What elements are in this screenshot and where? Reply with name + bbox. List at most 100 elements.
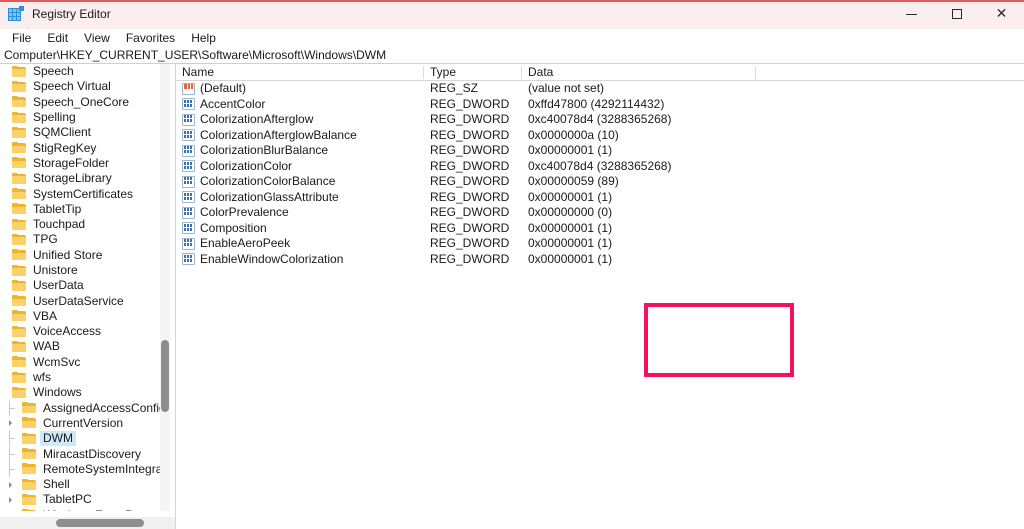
close-button[interactable]: ✕ bbox=[979, 0, 1024, 28]
menu-favorites[interactable]: Favorites bbox=[118, 30, 183, 46]
tree-item-tpg[interactable]: TPG bbox=[0, 232, 160, 247]
tree-item-storagelibrary[interactable]: StorageLibrary bbox=[0, 171, 160, 186]
tree-item-unified-store[interactable]: Unified Store bbox=[0, 248, 160, 263]
table-row[interactable]: ColorizationGlassAttributeREG_DWORD0x000… bbox=[176, 190, 1024, 206]
registry-values-list[interactable]: (Default)REG_SZ(value not set)AccentColo… bbox=[176, 81, 1024, 267]
tree-item-currentversion[interactable]: CurrentVersion bbox=[0, 416, 160, 431]
column-header-name[interactable]: Name bbox=[176, 64, 424, 81]
tree-item-stigregkey[interactable]: StigRegKey bbox=[0, 140, 160, 155]
cell-type: REG_DWORD bbox=[424, 221, 522, 236]
tree-item-speech-virtual[interactable]: Speech Virtual bbox=[0, 79, 160, 94]
tree-twisty-empty bbox=[0, 171, 12, 186]
cell-type: REG_SZ bbox=[424, 81, 522, 96]
cell-name: EnableWindowColorization bbox=[176, 252, 424, 267]
tree-twisty-empty bbox=[0, 232, 12, 247]
value-name-label: ColorizationGlassAttribute bbox=[200, 190, 339, 205]
cell-data: 0xc40078d4 (3288365268) bbox=[522, 112, 756, 127]
maximize-button[interactable] bbox=[934, 0, 979, 28]
dword-value-icon bbox=[182, 98, 195, 110]
tree-item-dwm[interactable]: DWM bbox=[0, 431, 160, 446]
table-row[interactable]: ColorizationBlurBalanceREG_DWORD0x000000… bbox=[176, 143, 1024, 159]
tree-twisty-empty bbox=[0, 217, 12, 232]
column-header-data[interactable]: Data bbox=[522, 64, 756, 81]
cell-data: 0x00000001 (1) bbox=[522, 221, 756, 236]
tree-twisty-empty bbox=[0, 263, 12, 278]
menu-help[interactable]: Help bbox=[183, 30, 224, 46]
tree-item-speech-onecore[interactable]: Speech_OneCore bbox=[0, 95, 160, 110]
tree-item-tablettip[interactable]: TabletTip bbox=[0, 202, 160, 217]
folder-icon bbox=[12, 387, 26, 399]
tree-vertical-scroll-thumb[interactable] bbox=[161, 340, 169, 412]
tree-item-speech[interactable]: Speech bbox=[0, 64, 160, 79]
tree-item-label: DWM bbox=[40, 431, 76, 446]
tree-horizontal-scroll-thumb[interactable] bbox=[56, 519, 144, 527]
tree-item-windows-error-reporting[interactable]: Windows Error Reporting bbox=[0, 508, 160, 511]
cell-name: ColorizationAfterglowBalance bbox=[176, 128, 424, 143]
table-row[interactable]: ColorizationColorREG_DWORD0xc40078d4 (32… bbox=[176, 159, 1024, 175]
address-bar[interactable]: Computer\HKEY_CURRENT_USER\Software\Micr… bbox=[0, 47, 1024, 64]
tree-item-sqmclient[interactable]: SQMClient bbox=[0, 125, 160, 140]
folder-icon bbox=[22, 417, 36, 429]
tree-item-touchpad[interactable]: Touchpad bbox=[0, 217, 160, 232]
tree-item-remotesystemintegration[interactable]: RemoteSystemIntegration bbox=[0, 462, 160, 477]
tree-item-unistore[interactable]: Unistore bbox=[0, 263, 160, 278]
menu-edit[interactable]: Edit bbox=[39, 30, 76, 46]
table-row[interactable]: ColorPrevalenceREG_DWORD0x00000000 (0) bbox=[176, 205, 1024, 221]
tree-item-shell[interactable]: Shell bbox=[0, 477, 160, 492]
table-row[interactable]: (Default)REG_SZ(value not set) bbox=[176, 81, 1024, 97]
table-row[interactable]: AccentColorREG_DWORD0xffd47800 (42921144… bbox=[176, 97, 1024, 113]
tree-item-userdataservice[interactable]: UserDataService bbox=[0, 293, 160, 308]
cell-type: REG_DWORD bbox=[424, 97, 522, 112]
tree-item-voiceaccess[interactable]: VoiceAccess bbox=[0, 324, 160, 339]
tree-item-storagefolder[interactable]: StorageFolder bbox=[0, 156, 160, 171]
table-row[interactable]: ColorizationAfterglowREG_DWORD0xc40078d4… bbox=[176, 112, 1024, 128]
tree-item-label: Unistore bbox=[30, 263, 81, 278]
chevron-right-icon[interactable] bbox=[4, 492, 16, 507]
table-row[interactable]: ColorizationAfterglowBalanceREG_DWORD0x0… bbox=[176, 128, 1024, 144]
minimize-button[interactable] bbox=[889, 0, 934, 28]
tree-item-tabletpc[interactable]: TabletPC bbox=[0, 492, 160, 507]
cell-name: (Default) bbox=[176, 81, 424, 96]
chevron-right-icon[interactable] bbox=[4, 508, 16, 511]
cell-type: REG_DWORD bbox=[424, 205, 522, 220]
table-row[interactable]: ColorizationColorBalanceREG_DWORD0x00000… bbox=[176, 174, 1024, 190]
value-name-label: ColorizationColor bbox=[200, 159, 292, 174]
menu-view[interactable]: View bbox=[76, 30, 118, 46]
table-row[interactable]: CompositionREG_DWORD0x00000001 (1) bbox=[176, 221, 1024, 237]
cell-data: 0x00000001 (1) bbox=[522, 190, 756, 205]
tree-horizontal-scrollbar[interactable] bbox=[0, 517, 176, 529]
tree-vertical-scrollbar[interactable] bbox=[160, 64, 170, 511]
tree-item-vba[interactable]: VBA bbox=[0, 309, 160, 324]
folder-icon bbox=[12, 265, 26, 277]
chevron-right-icon[interactable] bbox=[4, 416, 16, 431]
tree-item-label: MiracastDiscovery bbox=[40, 447, 144, 462]
tree-item-assignedaccessconfiguration[interactable]: AssignedAccessConfiguration bbox=[0, 401, 160, 416]
tree-item-userdata[interactable]: UserData bbox=[0, 278, 160, 293]
tree-connector-line bbox=[4, 462, 16, 477]
tree-item-spelling[interactable]: Spelling bbox=[0, 110, 160, 125]
value-name-label: EnableAeroPeek bbox=[200, 236, 290, 251]
menu-file[interactable]: File bbox=[4, 30, 39, 46]
tree-item-systemcertificates[interactable]: SystemCertificates bbox=[0, 186, 160, 201]
registry-tree[interactable]: SpeechSpeech VirtualSpeech_OneCoreSpelli… bbox=[0, 64, 160, 511]
folder-icon bbox=[12, 219, 26, 231]
cell-name: Composition bbox=[176, 221, 424, 236]
tree-item-label: Unified Store bbox=[30, 248, 105, 263]
tree-item-windows[interactable]: Windows bbox=[0, 385, 160, 400]
list-column-headers: Name Type Data bbox=[176, 64, 1024, 81]
tree-item-miracastdiscovery[interactable]: MiracastDiscovery bbox=[0, 446, 160, 461]
table-row[interactable]: EnableWindowColorizationREG_DWORD0x00000… bbox=[176, 252, 1024, 268]
cell-data: 0x00000000 (0) bbox=[522, 205, 756, 220]
tree-item-wcmsvc[interactable]: WcmSvc bbox=[0, 355, 160, 370]
folder-icon bbox=[12, 372, 26, 384]
cell-data: 0x00000001 (1) bbox=[522, 252, 756, 267]
table-row[interactable]: EnableAeroPeekREG_DWORD0x00000001 (1) bbox=[176, 236, 1024, 252]
folder-icon bbox=[22, 448, 36, 460]
chevron-right-icon[interactable] bbox=[4, 477, 16, 492]
column-header-type[interactable]: Type bbox=[424, 64, 522, 81]
cell-type: REG_DWORD bbox=[424, 236, 522, 251]
tree-item-wab[interactable]: WAB bbox=[0, 339, 160, 354]
tree-item-label: VBA bbox=[30, 309, 60, 324]
tree-item-wfs[interactable]: wfs bbox=[0, 370, 160, 385]
folder-icon bbox=[12, 173, 26, 185]
